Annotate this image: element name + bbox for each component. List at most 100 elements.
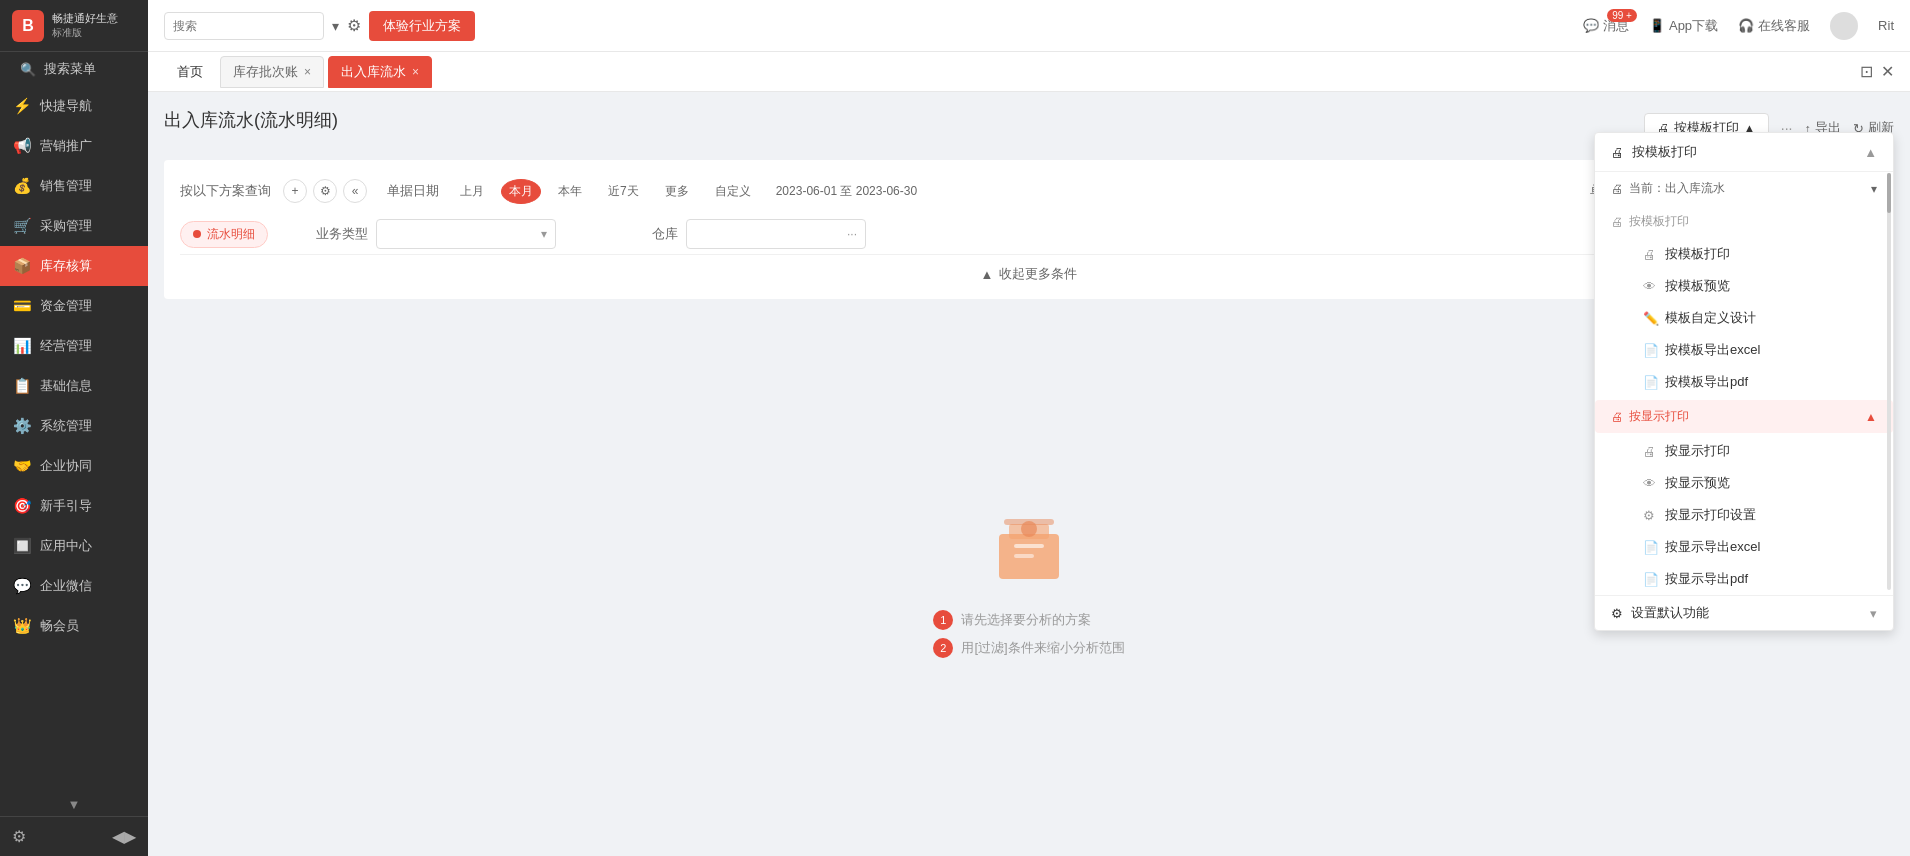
date-btn-custom[interactable]: 自定义 [706,179,760,204]
sidebar-item-operation[interactable]: 📊 经营管理 [0,326,148,366]
biz-type-field: 业务类型 ▾ [316,219,556,249]
sidebar-footer: ⚙ ◀▶ [0,816,148,856]
display-settings-icon: ⚙ [1643,508,1657,522]
app-center-icon: 🔲 [12,536,32,556]
template-section-icon: 🖨 [1611,215,1623,229]
tab-close-all-icon[interactable]: ✕ [1881,62,1894,81]
display-section-icon: 🖨 [1611,410,1623,424]
empty-steps: 1 请先选择要分析的方案 2 用[过滤]条件来缩小分析范围 [933,610,1124,658]
dropdown-template-custom[interactable]: ✏️ 模板自定义设计 [1595,302,1893,334]
sidebar-item-purchase[interactable]: 🛒 采购管理 [0,206,148,246]
empty-illustration [979,494,1079,594]
sidebar-item-inventory[interactable]: 📦 库存核算 [0,246,148,286]
tab-actions: ⊡ ✕ [1860,62,1894,81]
sidebar: B 畅捷通好生意 标准版 🔍 搜索菜单 ⚡ 快捷导航 📢 营销推广 💰 销售管理… [0,0,148,856]
dropdown-template-preview[interactable]: 👁 按模板预览 [1595,270,1893,302]
sidebar-item-finance[interactable]: 💳 资金管理 [0,286,148,326]
warehouse-select[interactable]: ··· [686,219,866,249]
industry-solution-button[interactable]: 体验行业方案 [369,11,475,41]
sidebar-collapse-icon[interactable]: ◀▶ [112,827,136,846]
svg-rect-3 [1014,544,1044,548]
sidebar-scroll-down[interactable]: ▼ [0,792,148,816]
empty-step-1: 1 请先选择要分析的方案 [933,610,1124,630]
dropdown-collapse-icon[interactable]: ▲ [1864,145,1877,160]
dropdown-footer-arrow[interactable]: ▾ [1870,606,1877,621]
sidebar-item-app-center[interactable]: 🔲 应用中心 [0,526,148,566]
step2-num: 2 [933,638,953,658]
date-btn-this-month[interactable]: 本月 [501,179,541,204]
dropdown-display-export-excel[interactable]: 📄 按显示导出excel [1595,531,1893,563]
tab-close-inout-flow[interactable]: × [412,65,419,79]
sidebar-item-basic[interactable]: 📋 基础信息 [0,366,148,406]
sidebar-search-menu[interactable]: 🔍 搜索菜单 [0,52,148,86]
dropdown-current-item[interactable]: 🖨 当前：出入库流水 ▾ [1595,172,1893,205]
sidebar-item-marketing[interactable]: 📢 营销推广 [0,126,148,166]
tab-close-batch-account[interactable]: × [304,65,311,79]
date-btn-last-month[interactable]: 上月 [451,179,493,204]
date-filters: 上月 本月 本年 近7天 更多 自定义 2023-06-01 至 2023-06… [451,179,917,204]
collapse-scheme-button[interactable]: « [343,179,367,203]
dropdown-display-print[interactable]: 🖨 按显示打印 [1595,435,1893,467]
topbar-username[interactable]: Rit [1878,18,1894,33]
topbar-message-button[interactable]: 💬 消息 99 + [1583,17,1629,35]
biz-type-select[interactable]: ▾ [376,219,556,249]
default-setting-icon: ⚙ [1611,606,1623,621]
topbar-service-button[interactable]: 🎧 在线客服 [1738,17,1810,35]
sidebar-item-wechat[interactable]: 💬 企业微信 [0,566,148,606]
tab-inout-flow[interactable]: 出入库流水 × [328,56,432,88]
sales-icon: 💰 [12,176,32,196]
tab-home[interactable]: 首页 [164,56,216,88]
sidebar-item-member[interactable]: 👑 畅会员 [0,606,148,646]
display-print-icon: 🖨 [1643,444,1657,458]
purchase-icon: 🛒 [12,216,32,236]
dropdown-template-print[interactable]: 🖨 按模板打印 [1595,238,1893,270]
svg-rect-5 [1004,519,1054,525]
search-icon: 🔍 [20,62,36,77]
topbar-avatar[interactable] [1830,12,1858,40]
dropdown-display-export-pdf[interactable]: 📄 按显示导出pdf [1595,563,1893,595]
dropdown-template-export-pdf[interactable]: 📄 按模板导出pdf [1595,366,1893,398]
tag-dot [193,230,201,238]
sidebar-logo: B 畅捷通好生意 标准版 [0,0,148,52]
dropdown-display-print-settings[interactable]: ⚙ 按显示打印设置 [1595,499,1893,531]
display-section-arrow: ▲ [1865,410,1877,424]
sidebar-item-system[interactable]: ⚙️ 系统管理 [0,406,148,446]
sidebar-item-corp[interactable]: 🤝 企业协同 [0,446,148,486]
message-icon: 💬 [1583,18,1599,33]
dropdown-current-arrow: ▾ [1871,182,1877,196]
dropdown-template-export-excel[interactable]: 📄 按模板导出excel [1595,334,1893,366]
date-btn-7days[interactable]: 近7天 [599,179,648,204]
date-filter-label: 单据日期 [387,182,439,200]
warehouse-arrow-icon: ··· [847,227,857,241]
tab-batch-account[interactable]: 库存批次账 × [220,56,324,88]
template-excel-icon: 📄 [1643,343,1657,357]
date-btn-this-year[interactable]: 本年 [549,179,591,204]
dropdown-footer: ⚙ 设置默认功能 ▾ [1595,595,1893,630]
operation-icon: 📊 [12,336,32,356]
print-dropdown-panel: 🖨 按模板打印 ▲ 🖨 当前：出入库流水 ▾ 🖨 按模板打印 🖨 按模板打印 [1594,132,1894,631]
dropdown-current-icon: 🖨 [1611,182,1623,196]
corp-icon: 🤝 [12,456,32,476]
sidebar-item-sales[interactable]: 💰 销售管理 [0,166,148,206]
template-print-icon: 🖨 [1643,247,1657,261]
config-scheme-button[interactable]: ⚙ [313,179,337,203]
sidebar-item-guide[interactable]: 🎯 新手引导 [0,486,148,526]
dropdown-scrollbar[interactable] [1887,173,1891,590]
dropdown-display-preview[interactable]: 👁 按显示预览 [1595,467,1893,499]
filter-scheme-actions: + ⚙ « [283,179,367,203]
sidebar-nav: ⚡ 快捷导航 📢 营销推广 💰 销售管理 🛒 采购管理 📦 库存核算 💳 资金管… [0,86,148,792]
topbar-search-input[interactable] [164,12,324,40]
topbar-dropdown-arrow[interactable]: ▾ [332,18,339,34]
sidebar-settings-icon[interactable]: ⚙ [12,827,26,846]
tab-restore-icon[interactable]: ⊡ [1860,62,1873,81]
wechat-icon: 💬 [12,576,32,596]
add-scheme-button[interactable]: + [283,179,307,203]
sidebar-item-quick-nav[interactable]: ⚡ 快捷导航 [0,86,148,126]
dropdown-scrollbar-thumb[interactable] [1887,173,1891,213]
date-btn-more[interactable]: 更多 [656,179,698,204]
topbar-app-download-button[interactable]: 📱 App下载 [1649,17,1718,35]
dropdown-default-setting[interactable]: ⚙ 设置默认功能 [1611,604,1709,622]
topbar-gear-icon[interactable]: ⚙ [347,16,361,35]
active-filter-tag[interactable]: 流水明细 [180,221,268,248]
page-title: 出入库流水(流水明细) [164,108,338,132]
